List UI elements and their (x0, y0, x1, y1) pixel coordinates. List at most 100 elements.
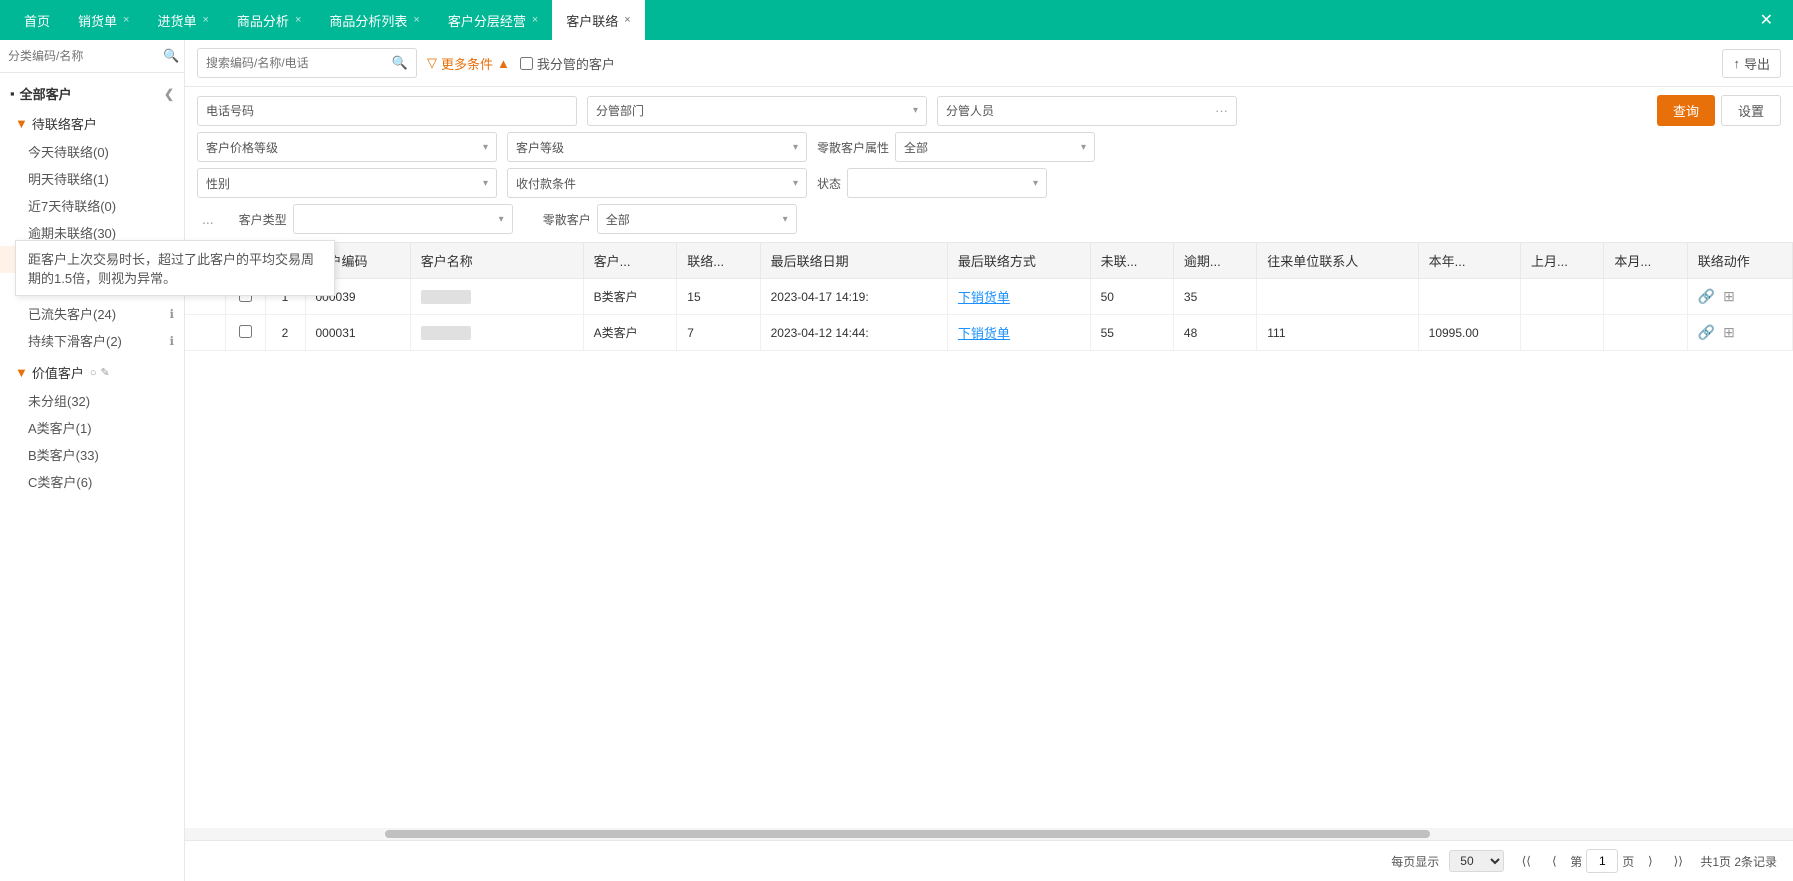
person-field[interactable]: 分管人员 ··· (937, 96, 1237, 126)
row2-contact-person: 111 (1257, 315, 1418, 351)
filter-icon: ▽ (427, 55, 437, 71)
value-group-add-icon[interactable]: ✎ (101, 366, 110, 379)
nav-close-customer-contact[interactable]: × (624, 14, 630, 26)
sidebar-item-declining[interactable]: 持续下滑客户(2) ℹ (0, 327, 184, 354)
more-conditions-toggle[interactable]: ▽ 更多条件 ▲ (427, 54, 510, 73)
info-icon-churned[interactable]: ℹ (169, 307, 174, 321)
col-header-overdue[interactable]: 逾期... (1173, 243, 1256, 279)
col-header-last-way[interactable]: 最后联络方式 (947, 243, 1090, 279)
sidebar-item-tomorrow-follow[interactable]: 明天待联络(1) (0, 165, 184, 192)
settings-button[interactable]: 设置 (1721, 95, 1781, 126)
page-number-input[interactable] (1586, 849, 1618, 873)
sidebar-item-7day-follow[interactable]: 近7天待联络(0) (0, 192, 184, 219)
prev-page-button[interactable]: ⟨ (1542, 849, 1566, 873)
search-input[interactable] (206, 56, 392, 70)
sidebar-item-today-follow[interactable]: 今天待联络(0) (0, 138, 184, 165)
nav-close-product-list[interactable]: × (413, 14, 419, 26)
col-header-action[interactable]: 联络动作 (1687, 243, 1792, 279)
my-customers-checkbox[interactable] (520, 57, 533, 70)
export-button[interactable]: ↑ 导出 (1722, 49, 1781, 78)
row1-last-date: 2023-04-17 14:19: (760, 279, 947, 315)
col-header-name[interactable]: 客户名称 (410, 243, 583, 279)
nav-item-sales[interactable]: 销货单 × (64, 0, 143, 40)
sidebar-search-icon[interactable]: 🔍 (163, 48, 179, 64)
col-header-last-date[interactable]: 最后联络日期 (760, 243, 947, 279)
payment-select[interactable]: 收付款条件 ▾ (507, 168, 807, 198)
nav-close-sales[interactable]: × (123, 14, 129, 26)
horizontal-scrollbar[interactable] (185, 828, 1793, 840)
my-customers-checkbox-wrap: 我分管的客户 (520, 54, 615, 73)
value-group-edit-icon[interactable]: ○ (90, 367, 97, 379)
nav-item-customer-contact[interactable]: 客户联络 × (552, 0, 644, 40)
price-level-select[interactable]: 客户价格等级 ▾ (197, 132, 497, 162)
sidebar-item-a-class[interactable]: A类客户(1) (0, 414, 184, 441)
row1-grid-icon[interactable]: ⊞ (1723, 288, 1735, 305)
nav-item-product-analysis[interactable]: 商品分析 × (223, 0, 315, 40)
status-select[interactable]: ▾ (847, 168, 1047, 198)
nav-item-customer-tier[interactable]: 客户分层经营 × (434, 0, 552, 40)
col-header-this-year[interactable]: 本年... (1418, 243, 1520, 279)
page-size-select[interactable]: 50 100 200 (1449, 850, 1504, 872)
row2-code: 000031 (305, 315, 410, 351)
col-header-contact[interactable]: 联络... (677, 243, 760, 279)
advanced-filters: 电话号码 分管部门 ▾ 分管人员 ··· 查询 设置 客户价格等级 (185, 87, 1793, 243)
row2-name-placeholder (421, 326, 471, 340)
sidebar-item-churned[interactable]: 已流失客户(24) ℹ (0, 300, 184, 327)
table-row: 2 000031 A类客户 7 2023-04-12 14:44: 下销货单 5… (185, 315, 1793, 351)
scroll-thumb[interactable] (385, 830, 1430, 838)
row2-checkbox[interactable] (239, 325, 252, 338)
pagination: ⟨⟨ ⟨ 第 页 ⟩ ⟩⟩ (1514, 849, 1690, 873)
col-header-type[interactable]: 客户... (583, 243, 677, 279)
info-icon-declining[interactable]: ℹ (169, 334, 174, 348)
main-layout: 🔍 ▪ 全部客户 ❮ ▼ 待联络客户 今天待联络(0) 明天待联络(1) 近7天… (0, 40, 1793, 881)
next-page-button[interactable]: ⟩ (1638, 849, 1662, 873)
sidebar-search-input[interactable] (8, 49, 163, 63)
nav-item-product-list[interactable]: 商品分析列表 × (315, 0, 433, 40)
nav-close-product-analysis[interactable]: × (295, 14, 301, 26)
nav-close-customer-tier[interactable]: × (532, 14, 538, 26)
nav-item-home[interactable]: 首页 (10, 0, 64, 40)
window-close-button[interactable]: ✕ (1750, 10, 1783, 30)
col-header-last-month[interactable]: 上月... (1521, 243, 1604, 279)
col-header-contact-person[interactable]: 往来单位联系人 (1257, 243, 1418, 279)
row1-message-icon[interactable]: 🔗 (1698, 288, 1715, 305)
row1-this-year (1418, 279, 1520, 315)
customer-level-select[interactable]: 客户等级 ▾ (507, 132, 807, 162)
top-navigation: 首页 销货单 × 进货单 × 商品分析 × 商品分析列表 × 客户分层经营 × … (0, 0, 1793, 40)
row2-settings (185, 315, 225, 351)
row2-message-icon[interactable]: 🔗 (1698, 324, 1715, 341)
row1-overdue: 35 (1173, 279, 1256, 315)
sidebar-item-b-class[interactable]: B类客户(33) (0, 441, 184, 468)
row1-unread: 50 (1090, 279, 1173, 315)
first-page-button[interactable]: ⟨⟨ (1514, 849, 1538, 873)
follow-group-title[interactable]: ▼ 待联络客户 (0, 109, 184, 138)
department-select[interactable]: 分管部门 ▾ (587, 96, 927, 126)
customer-type-wrap: 客户类型 ▾ (239, 204, 513, 234)
query-button[interactable]: 查询 (1657, 95, 1715, 126)
sidebar: 🔍 ▪ 全部客户 ❮ ▼ 待联络客户 今天待联络(0) 明天待联络(1) 近7天… (0, 40, 185, 881)
retail-attr-select[interactable]: 全部 ▾ (895, 132, 1095, 162)
sidebar-collapse-button[interactable]: ❮ (164, 87, 174, 101)
phone-field[interactable]: 电话号码 (197, 96, 577, 126)
all-customers-title[interactable]: ▪ 全部客户 ❮ (0, 78, 184, 109)
row2-grid-icon[interactable]: ⊞ (1723, 324, 1735, 341)
last-page-button[interactable]: ⟩⟩ (1666, 849, 1690, 873)
follow-arrow-icon: ▼ (15, 116, 28, 131)
value-group-title[interactable]: ▼ 价值客户 ○ ✎ (0, 358, 184, 387)
customer-type-select[interactable]: ▾ (293, 204, 513, 234)
sidebar-item-c-class[interactable]: C类客户(6) (0, 468, 184, 495)
nav-close-purchase[interactable]: × (202, 14, 208, 26)
sidebar-tree: ▪ 全部客户 ❮ ▼ 待联络客户 今天待联络(0) 明天待联络(1) 近7天待联… (0, 73, 184, 881)
retail-customer-select[interactable]: 全部 ▾ (597, 204, 797, 234)
search-button-icon[interactable]: 🔍 (392, 55, 408, 71)
sidebar-item-ungroup[interactable]: 未分组(32) (0, 387, 184, 414)
col-header-this-month[interactable]: 本月... (1604, 243, 1687, 279)
table-row: 1 000039 B类客户 15 2023-04-17 14:19: 下销货单 … (185, 279, 1793, 315)
col-header-unread[interactable]: 未联... (1090, 243, 1173, 279)
row2-contact: 7 (677, 315, 760, 351)
more-filter-dots[interactable]: ... (197, 211, 219, 227)
customer-table: ⚙ 客户编码 客户名称 客户... (185, 243, 1793, 351)
person-dots[interactable]: ··· (1215, 103, 1228, 118)
gender-select[interactable]: 性别 ▾ (197, 168, 497, 198)
nav-item-purchase[interactable]: 进货单 × (143, 0, 222, 40)
